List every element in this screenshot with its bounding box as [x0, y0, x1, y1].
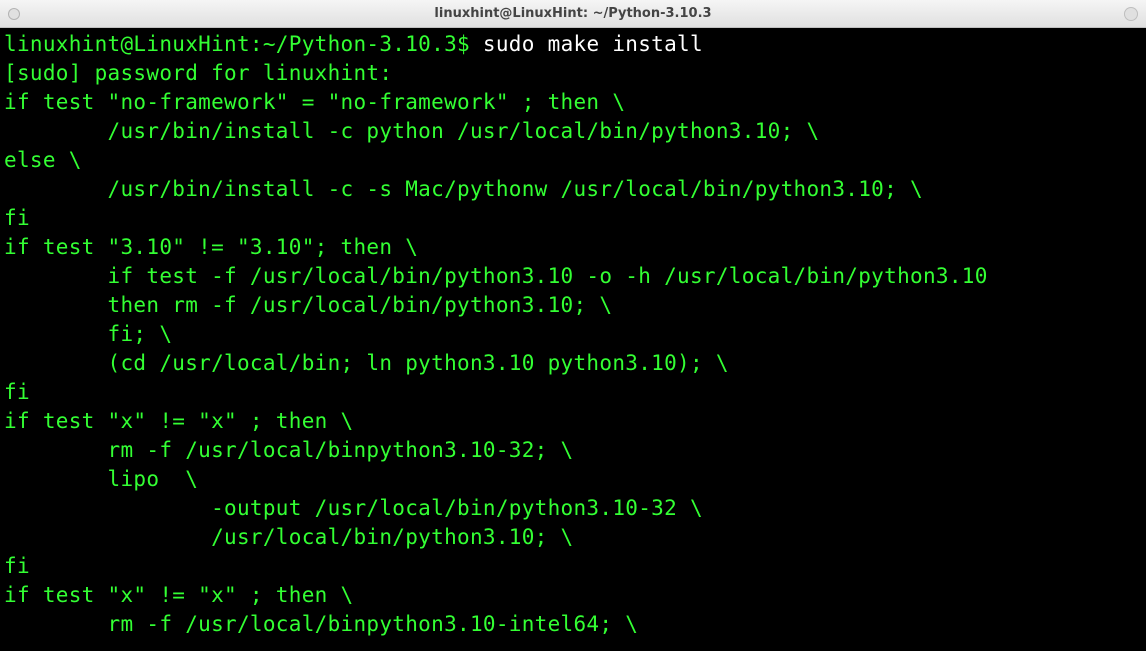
output-line: if test "no-framework" = "no-framework" … — [4, 90, 625, 114]
output-line: rm -f /usr/local/binpython3.10-intel64; … — [4, 612, 638, 636]
command-text: sudo make install — [483, 32, 703, 56]
output-line: fi — [4, 554, 30, 578]
terminal-area[interactable]: linuxhint@LinuxHint:~/Python-3.10.3$ sud… — [0, 28, 1146, 651]
output-line: /usr/local/bin/python3.10; \ — [4, 525, 574, 549]
output-line: fi — [4, 380, 30, 404]
output-line: then rm -f /usr/local/bin/python3.10; \ — [4, 293, 612, 317]
output-line: -output /usr/local/bin/python3.10-32 \ — [4, 496, 703, 520]
output-line: if test "x" != "x" ; then \ — [4, 409, 353, 433]
output-line: else \ — [4, 148, 82, 172]
prompt: linuxhint@LinuxHint:~/Python-3.10.3$ — [4, 32, 483, 56]
output-line: if test -f /usr/local/bin/python3.10 -o … — [4, 264, 988, 288]
output-line: if test "3.10" != "3.10"; then \ — [4, 235, 418, 259]
output-line: if test "x" != "x" ; then \ — [4, 583, 353, 607]
output-line: rm -f /usr/local/binpython3.10-32; \ — [4, 438, 574, 462]
output-line: /usr/bin/install -c -s Mac/pythonw /usr/… — [4, 177, 923, 201]
window-controls-right — [1124, 7, 1138, 21]
window-titlebar: linuxhint@LinuxHint: ~/Python-3.10.3 — [0, 0, 1146, 28]
window-title: linuxhint@LinuxHint: ~/Python-3.10.3 — [434, 6, 711, 21]
window-controls-left — [8, 8, 20, 20]
close-icon[interactable] — [1124, 7, 1138, 21]
output-line: lipo \ — [4, 467, 198, 491]
output-line: fi; \ — [4, 322, 172, 346]
output-line: /usr/bin/install -c python /usr/local/bi… — [4, 119, 819, 143]
window-control-dot[interactable] — [8, 8, 20, 20]
output-line: fi — [4, 206, 30, 230]
output-line: [sudo] password for linuxhint: — [4, 61, 392, 85]
output-line: (cd /usr/local/bin; ln python3.10 python… — [4, 351, 729, 375]
